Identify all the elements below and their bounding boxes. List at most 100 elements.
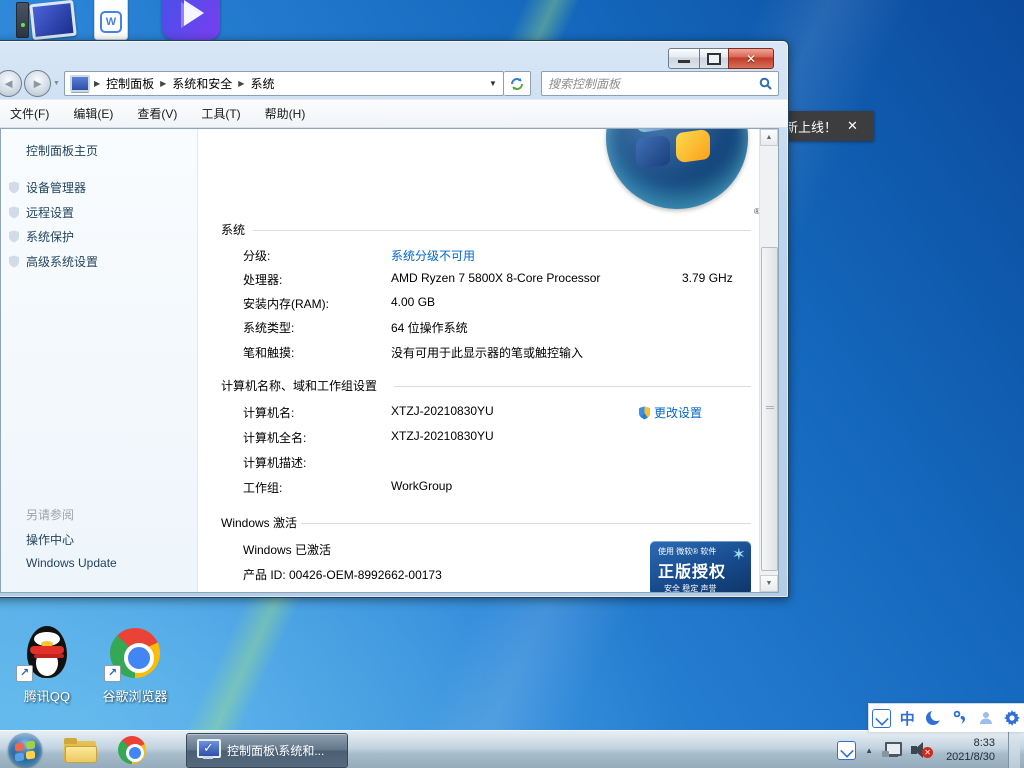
windows-logo-icon (606, 129, 748, 209)
clock-time: 8:33 (946, 736, 995, 750)
maximize-icon (707, 53, 721, 65)
volume-muted-icon[interactable]: ✕ (911, 741, 933, 759)
sidebar-item-control-panel-home[interactable]: 控制面板主页 (26, 142, 98, 159)
badge-line3: 安全 稳定 声誉 (664, 583, 751, 592)
shield-icon (8, 181, 20, 194)
gear-icon[interactable] (1002, 708, 1022, 728)
w-letter-icon: W (100, 11, 122, 33)
sidebar-item-action-center[interactable]: 操作中心 (26, 531, 74, 548)
row-label: 工作组: (243, 479, 282, 496)
row-label: 计算机描述: (243, 454, 306, 471)
taskbar-chrome-button[interactable] (106, 733, 158, 767)
breadcrumb-control-panel[interactable]: 控制面板 (100, 75, 160, 92)
title-bar[interactable]: ✕ (0, 41, 788, 68)
search-box[interactable] (541, 71, 779, 96)
task-button-label: 控制面板\系统和... (227, 742, 339, 759)
sidebar-item-remote-settings[interactable]: 远程设置 (26, 204, 74, 221)
back-button[interactable]: ◄ (0, 70, 22, 97)
desktop-icon-video-app[interactable] (162, 0, 220, 40)
row-value: 64 位操作系统 (391, 319, 468, 336)
input-method-icon[interactable] (872, 709, 891, 728)
desktop-icon-computer[interactable] (16, 2, 75, 38)
language-bar: 中 (868, 703, 1024, 732)
genuine-microsoft-badge[interactable]: 使用 微软® 软件 正版授权 安全 稳定 声誉 ✶ (650, 541, 751, 592)
computer-breadcrumb-icon (70, 75, 90, 92)
product-id: 产品 ID: 00426-OEM-8992662-00173 (243, 566, 442, 583)
row-value: WorkGroup (391, 479, 452, 493)
uac-shield-icon (638, 406, 651, 420)
taskbar-explorer-button[interactable] (54, 733, 106, 767)
change-settings[interactable]: 更改设置 (638, 404, 702, 421)
punctuation-toggle-icon[interactable] (950, 708, 970, 728)
network-icon[interactable] (882, 742, 902, 759)
show-desktop-button[interactable] (1008, 731, 1020, 768)
menu-tools[interactable]: 工具(T) (194, 102, 247, 125)
sidebar-see-also-header: 另请参阅 (26, 506, 74, 523)
desktop-icon-qq[interactable]: ↗ 腾讯QQ (4, 626, 90, 705)
address-dropdown-icon[interactable]: ▼ (483, 79, 503, 88)
tray-input-method-icon[interactable] (837, 741, 856, 760)
change-settings-link[interactable]: 更改设置 (654, 404, 702, 421)
desktop-icon-document[interactable]: W (94, 0, 128, 40)
scrollbar[interactable]: ▲ ▼ (759, 129, 778, 592)
shield-icon (8, 255, 20, 268)
refresh-icon (510, 77, 524, 91)
menu-edit[interactable]: 编辑(E) (66, 102, 120, 125)
activation-status: Windows 已激活 (243, 541, 331, 558)
clock[interactable]: 8:33 2021/8/30 (942, 736, 999, 764)
refresh-button[interactable] (504, 71, 531, 96)
sidebar-item-windows-update[interactable]: Windows Update (26, 556, 117, 570)
row-extra: 3.79 GHz (682, 271, 733, 285)
computer-icon: ✓ (195, 739, 221, 761)
taskbar-active-window-button[interactable]: ✓ 控制面板\系统和... (186, 733, 348, 768)
row-value: XTZJ-20210830YU (391, 429, 494, 443)
computer-tower-icon (16, 2, 29, 38)
history-dropdown-icon[interactable]: ▼ (53, 80, 60, 87)
sidebar-item-device-manager[interactable]: 设备管理器 (26, 179, 86, 196)
mute-badge-icon: ✕ (922, 747, 933, 758)
chrome-icon: ↗ (108, 626, 162, 682)
menu-file[interactable]: 文件(F) (3, 102, 56, 125)
row-value: 4.00 GB (391, 295, 435, 309)
section-title-computer-name: 计算机名称、域和工作组设置 (221, 377, 377, 394)
close-button[interactable]: ✕ (728, 48, 774, 69)
search-input[interactable] (542, 77, 759, 91)
breadcrumb-system[interactable]: 系统 (244, 75, 280, 92)
scrollbar-thumb[interactable] (761, 247, 778, 571)
maximize-button[interactable] (699, 48, 729, 69)
show-hidden-icons-button[interactable]: ▲ (865, 746, 873, 755)
row-label: 系统类型: (243, 319, 294, 336)
shield-icon (8, 206, 20, 219)
row-label: 笔和触摸: (243, 344, 294, 361)
chinese-english-toggle[interactable]: 中 (897, 708, 917, 728)
scroll-up-button[interactable]: ▲ (760, 129, 778, 146)
user-icon[interactable] (976, 708, 996, 728)
address-bar[interactable]: ▶ 控制面板 ▶ 系统和安全 ▶ 系统 ▼ (64, 71, 504, 96)
start-button[interactable] (8, 733, 42, 767)
fullwidth-toggle-moon-icon[interactable] (923, 708, 943, 728)
section-title-activation: Windows 激活 (221, 514, 297, 531)
badge-star-icon: ✶ (732, 545, 746, 565)
close-icon[interactable]: ✕ (847, 118, 858, 134)
play-app-icon (162, 0, 220, 40)
desktop-icon-chrome[interactable]: ↗ 谷歌浏览器 (92, 626, 178, 705)
breadcrumb-system-security[interactable]: 系统和安全 (166, 75, 238, 92)
menu-help[interactable]: 帮助(H) (258, 102, 313, 125)
row-label: 分级: (243, 247, 270, 264)
scroll-down-button[interactable]: ▼ (760, 575, 778, 592)
rating-unavailable-link[interactable]: 系统分级不可用 (391, 247, 475, 264)
search-icon[interactable] (759, 77, 772, 90)
minimize-button[interactable] (668, 48, 700, 69)
sidebar-item-advanced-system-settings[interactable]: 高级系统设置 (26, 253, 98, 270)
sidebar-item-system-protection[interactable]: 系统保护 (26, 228, 74, 245)
shield-icon (8, 230, 20, 243)
menu-view[interactable]: 查看(V) (130, 102, 184, 125)
folder-icon (64, 738, 96, 762)
forward-button[interactable]: ► (24, 70, 51, 97)
close-icon: ✕ (746, 52, 756, 66)
row-label: 计算机全名: (243, 429, 306, 446)
row-label: 安装内存(RAM): (243, 295, 329, 312)
shortcut-arrow-icon: ↗ (104, 665, 121, 682)
row-value: XTZJ-20210830YU (391, 404, 494, 418)
section-rule (301, 523, 751, 524)
